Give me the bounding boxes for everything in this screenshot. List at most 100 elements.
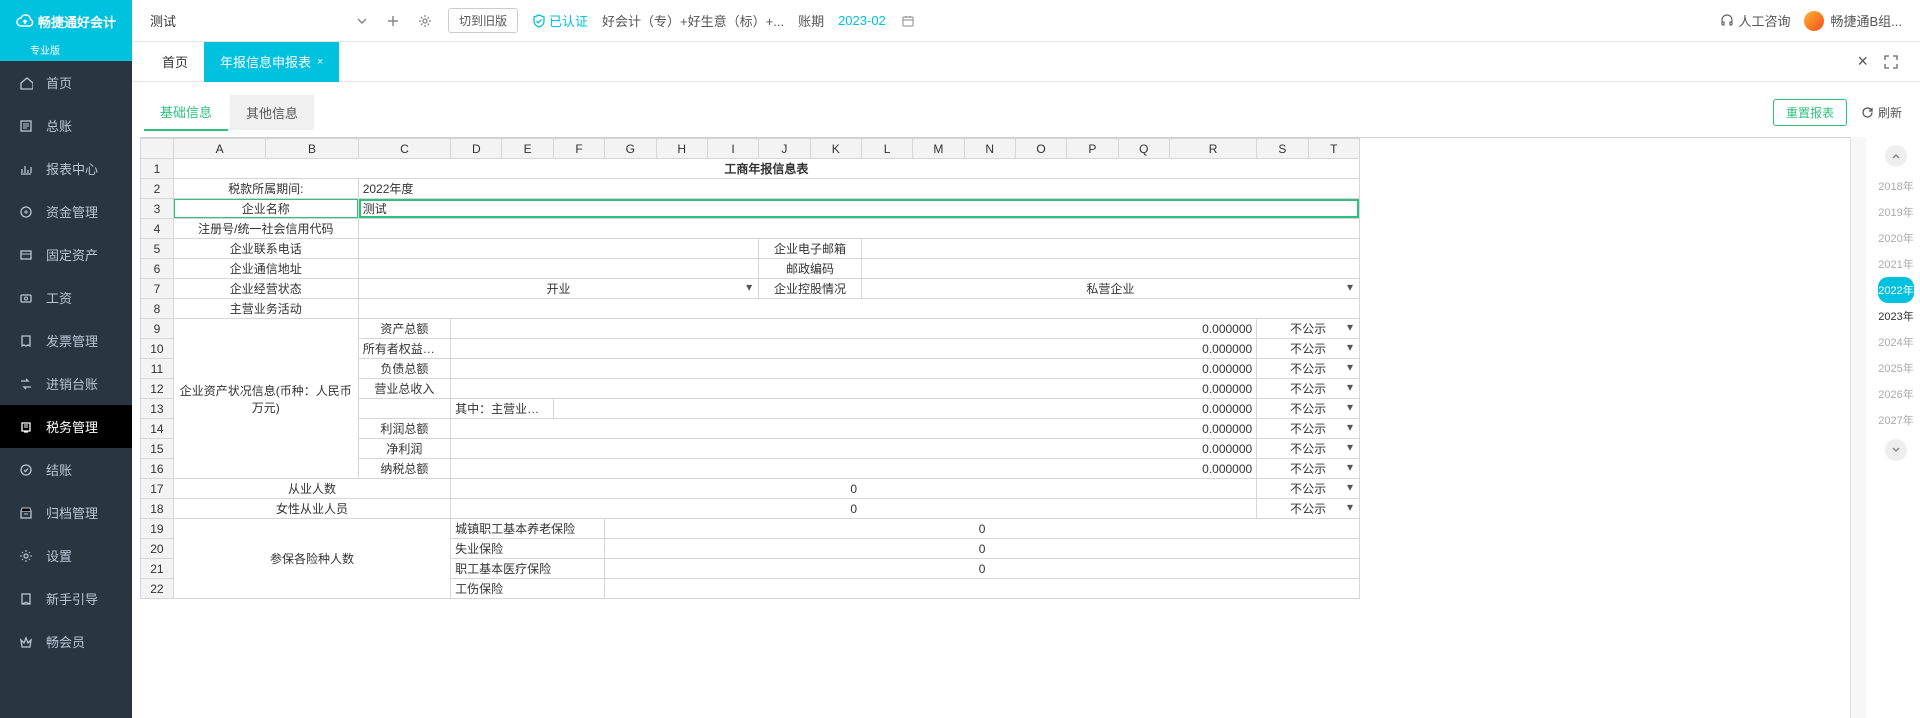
subtab-basic[interactable]: 基础信息: [144, 94, 228, 131]
sidebar-item-inout[interactable]: 进销台账: [0, 362, 132, 405]
insurance-value[interactable]: 0: [605, 559, 1360, 579]
row-header[interactable]: 10: [141, 339, 174, 359]
row-header[interactable]: 2: [141, 179, 174, 199]
org-selector[interactable]: 测试: [150, 11, 340, 30]
column-header[interactable]: C: [358, 139, 450, 159]
year-option[interactable]: 2025年: [1878, 355, 1913, 381]
column-header[interactable]: G: [605, 139, 656, 159]
row-header[interactable]: 21: [141, 559, 174, 579]
row-header[interactable]: 9: [141, 319, 174, 339]
row-header[interactable]: 22: [141, 579, 174, 599]
row-header[interactable]: 13: [141, 399, 174, 419]
column-header[interactable]: O: [1015, 139, 1066, 159]
sidebar-item-tax[interactable]: 税务管理: [0, 405, 132, 448]
insurance-value[interactable]: 0: [605, 539, 1360, 559]
column-header[interactable]: T: [1308, 139, 1359, 159]
year-option[interactable]: 2023年: [1878, 303, 1913, 329]
sidebar-item-archive[interactable]: 归档管理: [0, 491, 132, 534]
calendar-icon[interactable]: [900, 15, 916, 27]
year-option[interactable]: 2026年: [1878, 381, 1913, 407]
publicity-select[interactable]: 不公示: [1257, 499, 1360, 519]
tab-annual-report[interactable]: 年报信息申报表 ×: [204, 42, 339, 82]
add-org-icon[interactable]: [384, 14, 402, 28]
metric-value[interactable]: 0.000000: [451, 419, 1257, 439]
publicity-select[interactable]: 不公示: [1257, 419, 1360, 439]
column-header[interactable]: J: [759, 139, 810, 159]
metric-value[interactable]: 0.000000: [553, 399, 1256, 419]
insurance-value[interactable]: 0: [605, 519, 1360, 539]
subtab-other[interactable]: 其他信息: [230, 95, 314, 130]
reg-no-input[interactable]: [358, 219, 1359, 239]
column-header[interactable]: H: [656, 139, 707, 159]
refresh-button[interactable]: 刷新: [1861, 104, 1902, 121]
sidebar-item-invoice[interactable]: 发票管理: [0, 319, 132, 362]
user-menu[interactable]: 畅捷通B组...: [1804, 11, 1902, 31]
row-header[interactable]: 15: [141, 439, 174, 459]
postcode-input[interactable]: [861, 259, 1359, 279]
sidebar-item-asset[interactable]: 固定资产: [0, 233, 132, 276]
publicity-select[interactable]: 不公示: [1257, 459, 1360, 479]
metric-value[interactable]: 0.000000: [451, 359, 1257, 379]
row-header[interactable]: 5: [141, 239, 174, 259]
column-header[interactable]: K: [810, 139, 861, 159]
row-header[interactable]: 11: [141, 359, 174, 379]
sidebar-item-settings[interactable]: 设置: [0, 534, 132, 577]
metric-value[interactable]: 0.000000: [451, 379, 1257, 399]
year-option[interactable]: 2024年: [1878, 329, 1913, 355]
switch-old-button[interactable]: 切到旧版: [448, 8, 518, 33]
sidebar-item-chart[interactable]: 报表中心: [0, 147, 132, 190]
row-header[interactable]: 12: [141, 379, 174, 399]
sidebar-item-salary[interactable]: 工资: [0, 276, 132, 319]
year-option[interactable]: 2022年: [1878, 277, 1913, 303]
sidebar-item-home[interactable]: 首页: [0, 61, 132, 104]
company-name-input[interactable]: 测试: [358, 199, 1359, 219]
row-header[interactable]: 16: [141, 459, 174, 479]
sidebar-item-ledger[interactable]: 总账: [0, 104, 132, 147]
email-input[interactable]: [861, 239, 1359, 259]
column-header[interactable]: I: [707, 139, 758, 159]
period-value[interactable]: 2023-02: [838, 13, 886, 28]
main-biz-input[interactable]: [358, 299, 1359, 319]
publicity-select[interactable]: 不公示: [1257, 439, 1360, 459]
row-header[interactable]: 4: [141, 219, 174, 239]
year-down-button[interactable]: [1885, 439, 1907, 461]
column-header[interactable]: Q: [1118, 139, 1169, 159]
year-option[interactable]: 2027年: [1878, 407, 1913, 433]
insurance-value[interactable]: [605, 579, 1360, 599]
year-option[interactable]: 2021年: [1878, 251, 1913, 277]
column-header[interactable]: M: [913, 139, 964, 159]
publicity-select[interactable]: 不公示: [1257, 339, 1360, 359]
row-header[interactable]: 17: [141, 479, 174, 499]
row-header[interactable]: 14: [141, 419, 174, 439]
column-header[interactable]: L: [861, 139, 912, 159]
address-input[interactable]: [358, 259, 758, 279]
row-header[interactable]: 20: [141, 539, 174, 559]
employees-value[interactable]: 0: [451, 479, 1257, 499]
metric-value[interactable]: 0.000000: [451, 439, 1257, 459]
close-icon[interactable]: ×: [317, 56, 323, 68]
metric-value[interactable]: 0.000000: [451, 459, 1257, 479]
publicity-select[interactable]: 不公示: [1257, 319, 1360, 339]
tab-home[interactable]: 首页: [146, 42, 204, 82]
gear-icon[interactable]: [416, 14, 434, 28]
op-status-select[interactable]: 开业: [358, 279, 758, 299]
year-option[interactable]: 2020年: [1878, 225, 1913, 251]
support-link[interactable]: 人工咨询: [1720, 11, 1790, 30]
period-value[interactable]: 2022年度: [358, 179, 1359, 199]
publicity-select[interactable]: 不公示: [1257, 479, 1360, 499]
phone-input[interactable]: [358, 239, 758, 259]
column-header[interactable]: F: [553, 139, 604, 159]
column-header[interactable]: D: [451, 139, 502, 159]
column-header[interactable]: R: [1169, 139, 1256, 159]
female-value[interactable]: 0: [451, 499, 1257, 519]
sidebar-item-guide[interactable]: 新手引导: [0, 577, 132, 620]
year-option[interactable]: 2018年: [1878, 173, 1913, 199]
row-header[interactable]: 19: [141, 519, 174, 539]
row-header[interactable]: 18: [141, 499, 174, 519]
row-header[interactable]: 3: [141, 199, 174, 219]
column-header[interactable]: A: [173, 139, 265, 159]
column-header[interactable]: B: [266, 139, 358, 159]
year-up-button[interactable]: [1885, 145, 1907, 167]
row-header[interactable]: 8: [141, 299, 174, 319]
close-all-tabs-button[interactable]: ×: [1849, 51, 1876, 72]
